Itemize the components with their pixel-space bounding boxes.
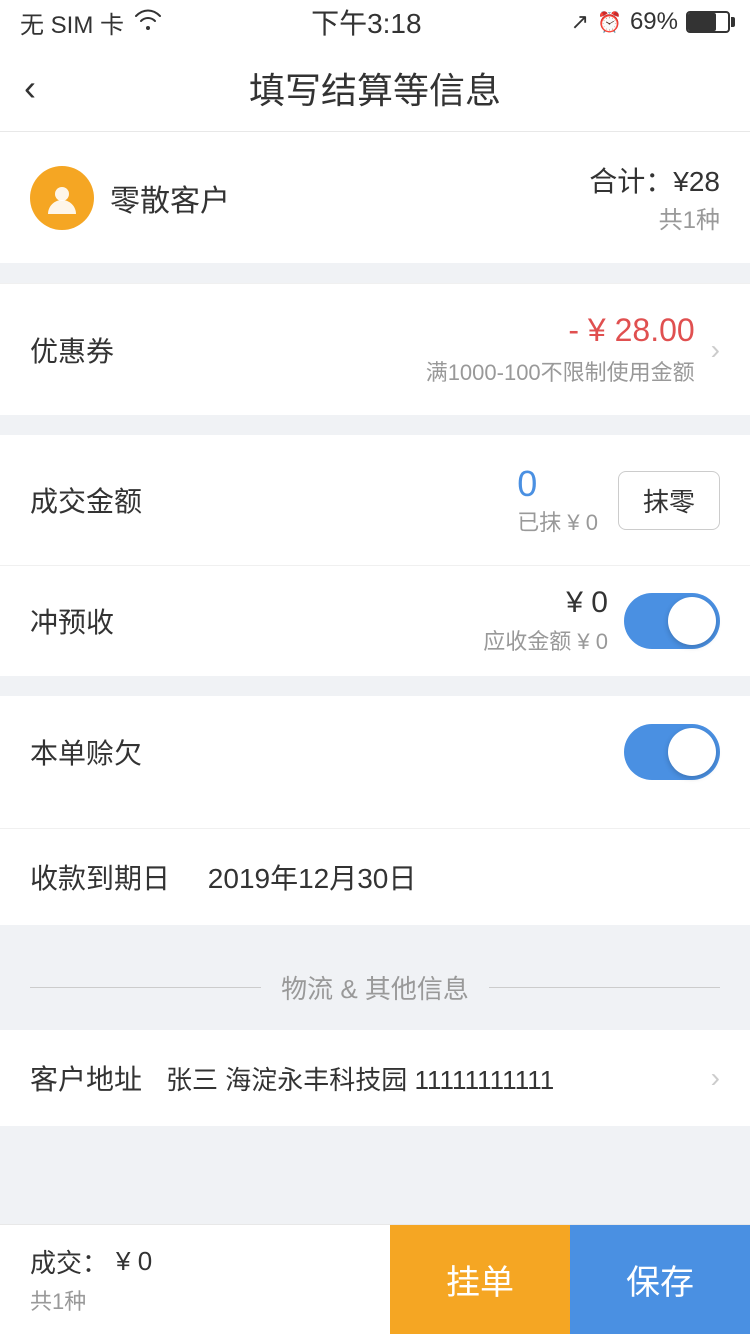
save-button[interactable]: 保存 (570, 1225, 750, 1334)
prepay-toggle[interactable] (624, 593, 720, 649)
round-button[interactable]: 抹零 (618, 471, 720, 530)
prepay-amount: ¥ 0 (483, 586, 608, 620)
deal-label: 成交： (30, 1243, 108, 1280)
address-label: 客户地址 (30, 1058, 150, 1098)
customer-name: 零散客户 (110, 176, 230, 220)
coupon-label: 优惠券 (30, 330, 170, 370)
avatar (30, 166, 94, 230)
battery-text: 69% (630, 8, 678, 36)
address-section[interactable]: 客户地址 张三 海淀永丰科技园 11111111111 › (0, 1030, 750, 1126)
prepay-values: ¥ 0 应收金额 ¥ 0 (483, 586, 608, 656)
address-chevron-icon: › (711, 1062, 720, 1094)
coupon-section[interactable]: 优惠券 - ¥ 28.00 满1000-100不限制使用金额 › (0, 283, 750, 415)
debt-toggle[interactable] (624, 724, 720, 780)
customer-left: 零散客户 (30, 166, 230, 230)
back-button[interactable]: ‹ (24, 67, 36, 109)
amount-right: 0 已抹 ¥ 0 抹零 (517, 463, 720, 537)
debt-toggle-knob (668, 728, 716, 776)
bottom-deal-row: 成交： ¥ 0 (30, 1243, 360, 1280)
debt-section: 本单赊欠 收款到期日 2019年12月30日 (0, 696, 750, 925)
prepay-label: 冲预收 (30, 601, 170, 641)
location-icon: ↗ (571, 9, 589, 35)
debt-row: 本单赊欠 (0, 696, 750, 808)
wifi-icon (134, 8, 162, 36)
bottom-bar: 成交： ¥ 0 共1种 挂单 保存 (0, 1224, 750, 1334)
prepay-row: 冲预收 ¥ 0 应收金额 ¥ 0 (0, 565, 750, 676)
bottom-count: 共1种 (30, 1284, 360, 1316)
customer-row: 零散客户 合计：¥28 共1种 (0, 132, 750, 263)
coupon-right: - ¥ 28.00 满1000-100不限制使用金额 › (426, 312, 720, 387)
due-date-label: 收款到期日 (30, 863, 170, 894)
status-bar: 无 SIM 卡 下午3:18 ↗ ⏰ 69% (0, 0, 750, 44)
address-value: 张三 海淀永丰科技园 11111111111 (166, 1060, 695, 1097)
hold-button[interactable]: 挂单 (390, 1225, 570, 1334)
carrier-text: 无 SIM 卡 (20, 5, 124, 40)
bottom-info: 成交： ¥ 0 共1种 (0, 1243, 390, 1316)
amount-label: 成交金额 (30, 480, 170, 520)
total-amount: 合计：¥28 (589, 160, 720, 200)
customer-section: 零散客户 合计：¥28 共1种 (0, 132, 750, 263)
chevron-right-icon: › (711, 334, 720, 366)
coupon-discount: - ¥ 28.00 (426, 312, 695, 349)
amount-sub: 已抹 ¥ 0 (517, 505, 598, 537)
customer-total: 合计：¥28 共1种 (589, 160, 720, 235)
toggle-knob (668, 597, 716, 645)
amount-value: 0 (517, 463, 598, 505)
logistics-title: 物流 & 其他信息 (281, 969, 469, 1006)
due-date-value: 2019年12月30日 (208, 863, 417, 894)
amount-section: 成交金额 0 已抹 ¥ 0 抹零 冲预收 ¥ 0 应收金额 ¥ 0 (0, 435, 750, 676)
due-date-row: 收款到期日 2019年12月30日 (0, 828, 750, 925)
alarm-icon: ⏰ (597, 10, 622, 35)
prepay-right: ¥ 0 应收金额 ¥ 0 (483, 586, 720, 656)
amount-row: 成交金额 0 已抹 ¥ 0 抹零 (0, 435, 750, 565)
address-row[interactable]: 客户地址 张三 海淀永丰科技园 11111111111 › (0, 1030, 750, 1126)
battery-icon (686, 11, 730, 33)
logistics-header: 物流 & 其他信息 (0, 945, 750, 1030)
content: 零散客户 合计：¥28 共1种 优惠券 - ¥ 28.00 满1000-100不… (0, 132, 750, 1266)
logistics-line-left (30, 987, 261, 988)
logistics-line-right (489, 987, 720, 988)
page-title: 填写结算等信息 (249, 62, 501, 114)
deal-amount: ¥ 0 (116, 1246, 152, 1277)
status-left: 无 SIM 卡 (20, 5, 162, 40)
coupon-row[interactable]: 优惠券 - ¥ 28.00 满1000-100不限制使用金额 › (0, 283, 750, 415)
item-count: 共1种 (589, 200, 720, 235)
debt-label: 本单赊欠 (30, 732, 142, 772)
status-right: ↗ ⏰ 69% (571, 8, 730, 36)
coupon-description: 满1000-100不限制使用金额 (426, 355, 695, 387)
time-text: 下午3:18 (311, 2, 422, 42)
nav-bar: ‹ 填写结算等信息 (0, 44, 750, 132)
prepay-sub: 应收金额 ¥ 0 (483, 624, 608, 656)
